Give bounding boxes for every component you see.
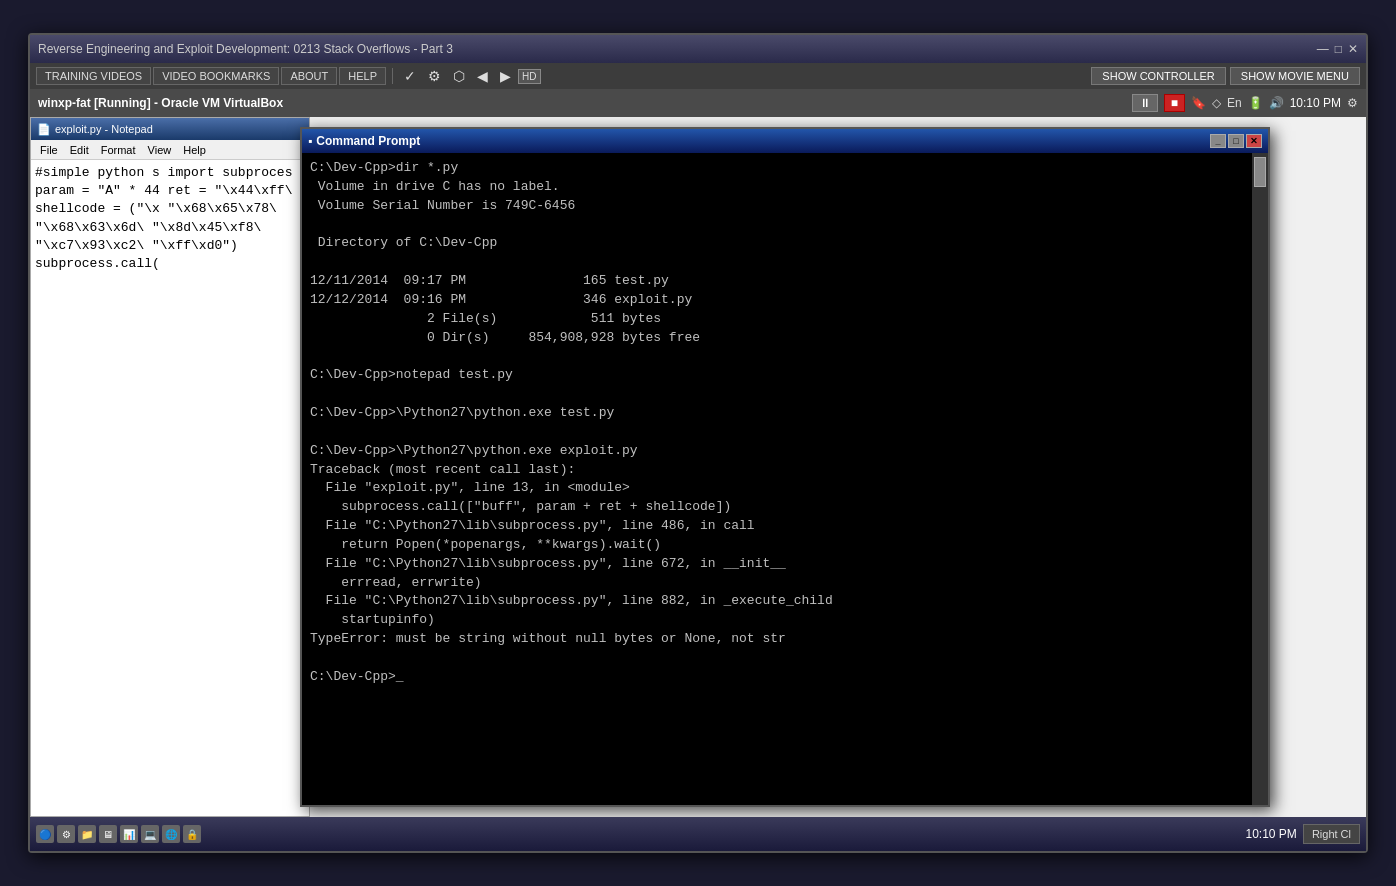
vm-settings-icon[interactable]: ⚙ (1347, 96, 1358, 110)
notepad-format-menu[interactable]: Format (96, 143, 141, 157)
cmd-window: ▪ Command Prompt _ □ ✕ C:\Dev-Cpp>dir *.… (300, 127, 1270, 807)
hd-icon[interactable]: HD (518, 69, 540, 84)
cmd-scrollbar[interactable] (1252, 153, 1268, 805)
vm-pause-button[interactable]: ⏸ (1132, 94, 1158, 112)
taskbar-icon-6[interactable]: 💻 (141, 825, 159, 843)
taskbar-left: 🔵 ⚙ 📁 🖥 📊 💻 🌐 🔒 (36, 825, 201, 843)
notepad-view-menu[interactable]: View (143, 143, 177, 157)
window-title: Reverse Engineering and Exploit Developm… (38, 42, 453, 56)
cmd-icon: ▪ (308, 134, 312, 148)
menu-training-videos[interactable]: TRAINING VIDEOS (36, 67, 151, 85)
taskbar-icon-2[interactable]: ⚙ (57, 825, 75, 843)
scrollbar-thumb[interactable] (1254, 157, 1266, 187)
taskbar-right: 10:10 PM Right Cl (1246, 824, 1361, 844)
notepad-title-text: exploit.py - Notepad (55, 123, 153, 135)
vm-battery-icon: 🔋 (1248, 96, 1263, 110)
checkmark-icon[interactable]: ✓ (399, 66, 421, 86)
taskbar-icon-7[interactable]: 🌐 (162, 825, 180, 843)
notepad-menu: File Edit Format View Help (31, 140, 309, 160)
menu-divider-1 (392, 68, 393, 84)
menu-right: SHOW CONTROLLER SHOW MOVIE MENU (1091, 67, 1360, 85)
menu-about[interactable]: ABOUT (281, 67, 337, 85)
taskbar-icon-4[interactable]: 🖥 (99, 825, 117, 843)
notepad-edit-menu[interactable]: Edit (65, 143, 94, 157)
vm-sound-icon: 🔊 (1269, 96, 1284, 110)
close-button[interactable]: ✕ (1348, 42, 1358, 56)
cmd-close-button[interactable]: ✕ (1246, 134, 1262, 148)
expand-icon[interactable]: ⬡ (448, 66, 470, 86)
vm-clock: 10:10 PM (1290, 96, 1341, 110)
vm-stop-button[interactable]: ■ (1164, 94, 1185, 112)
vm-icon-1: 🔖 (1191, 96, 1206, 110)
cmd-title-text: Command Prompt (316, 134, 420, 148)
notepad-icon: 📄 (37, 123, 51, 136)
taskbar-icon-8[interactable]: 🔒 (183, 825, 201, 843)
notepad-content[interactable]: #simple python s import subproces param … (31, 160, 309, 816)
play-icon[interactable]: ▶ (495, 66, 516, 86)
taskbar: 🔵 ⚙ 📁 🖥 📊 💻 🌐 🔒 10:10 PM Right Cl (30, 817, 1366, 851)
notepad-title-bar: 📄 exploit.py - Notepad (31, 118, 309, 140)
gear-icon[interactable]: ⚙ (423, 66, 446, 86)
right-click-button[interactable]: Right Cl (1303, 824, 1360, 844)
menu-help[interactable]: HELP (339, 67, 386, 85)
outer-window: Reverse Engineering and Exploit Developm… (28, 33, 1368, 853)
taskbar-icon-5[interactable]: 📊 (120, 825, 138, 843)
notepad-file-menu[interactable]: File (35, 143, 63, 157)
content-area: 📄 exploit.py - Notepad File Edit Format … (30, 117, 1366, 817)
menu-video-bookmarks[interactable]: VIDEO BOOKMARKS (153, 67, 279, 85)
prev-icon[interactable]: ◀ (472, 66, 493, 86)
cmd-title-bar: ▪ Command Prompt _ □ ✕ (302, 129, 1268, 153)
vm-title: winxp-fat [Running] - Oracle VM VirtualB… (38, 96, 283, 110)
vm-bar: winxp-fat [Running] - Oracle VM VirtualB… (30, 89, 1366, 117)
cmd-title-left: ▪ Command Prompt (308, 134, 420, 148)
taskbar-icon-3[interactable]: 📁 (78, 825, 96, 843)
cmd-maximize-button[interactable]: □ (1228, 134, 1244, 148)
vm-lang: En (1227, 96, 1242, 110)
notepad-help-menu[interactable]: Help (178, 143, 211, 157)
show-movie-menu-button[interactable]: SHOW MOVIE MENU (1230, 67, 1360, 85)
cmd-minimize-button[interactable]: _ (1210, 134, 1226, 148)
cmd-title-controls: _ □ ✕ (1210, 134, 1262, 148)
title-bar-controls: — □ ✕ (1317, 42, 1358, 56)
notepad-window: 📄 exploit.py - Notepad File Edit Format … (30, 117, 310, 817)
show-controller-button[interactable]: SHOW CONTROLLER (1091, 67, 1225, 85)
vm-bar-right: ⏸ ■ 🔖 ◇ En 🔋 🔊 10:10 PM ⚙ (1132, 94, 1358, 112)
taskbar-clock: 10:10 PM (1246, 827, 1297, 841)
minimize-button[interactable]: — (1317, 42, 1329, 56)
title-bar: Reverse Engineering and Exploit Developm… (30, 35, 1366, 63)
vm-icon-2: ◇ (1212, 96, 1221, 110)
menu-bar: TRAINING VIDEOS VIDEO BOOKMARKS ABOUT HE… (30, 63, 1366, 89)
cmd-content[interactable]: C:\Dev-Cpp>dir *.py Volume in drive C ha… (302, 153, 1268, 805)
taskbar-icon-1[interactable]: 🔵 (36, 825, 54, 843)
taskbar-icons: 🔵 ⚙ 📁 🖥 📊 💻 🌐 🔒 (36, 825, 201, 843)
maximize-button[interactable]: □ (1335, 42, 1342, 56)
